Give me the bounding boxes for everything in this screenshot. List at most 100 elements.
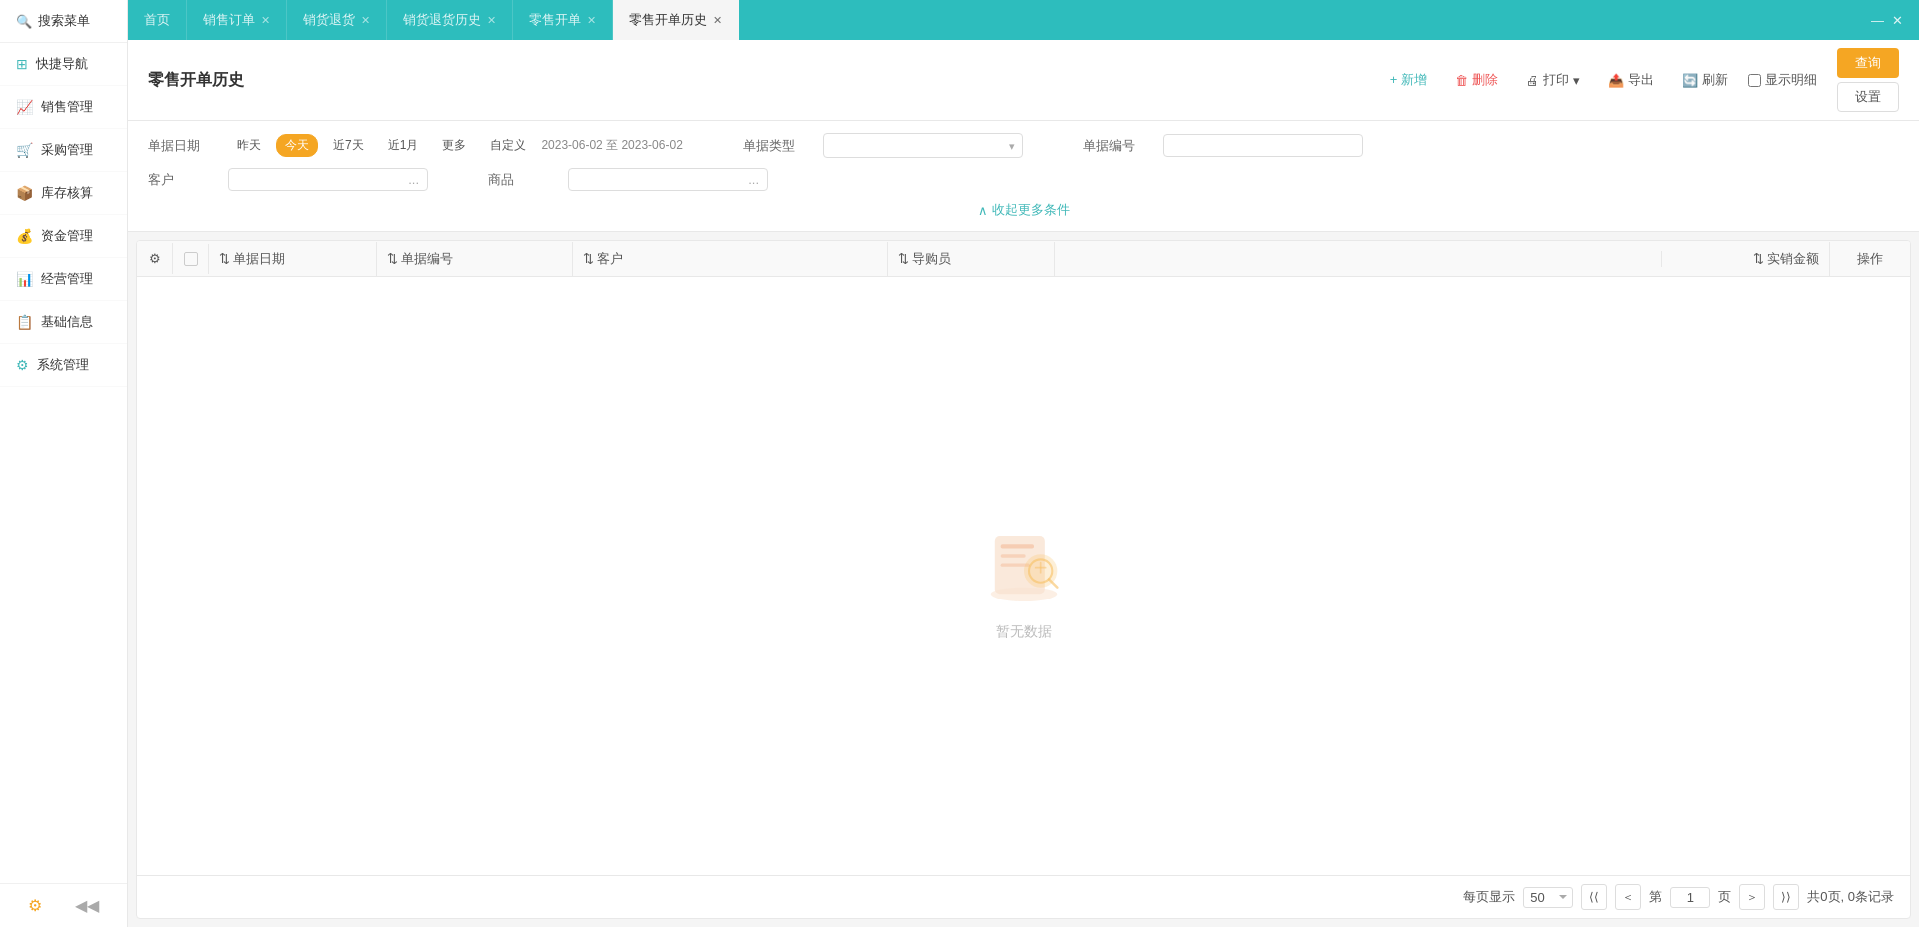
sidebar-item-sys-mgmt[interactable]: ⚙ 系统管理 (0, 344, 127, 387)
date-yesterday-btn[interactable]: 昨天 (228, 134, 270, 157)
close-tab-sales-return-history[interactable]: ✕ (487, 14, 496, 27)
query-button[interactable]: 查询 (1837, 48, 1899, 78)
sidebar-item-sales-mgmt[interactable]: 📈 销售管理 (0, 86, 127, 129)
page-title: 零售开单历史 (148, 70, 244, 91)
sort-asc-icon[interactable]: ⇅ (219, 251, 230, 266)
refresh-button[interactable]: 🔄 刷新 (1674, 67, 1736, 93)
window-close-icon[interactable]: ✕ (1892, 13, 1903, 28)
doc-type-select[interactable] (823, 133, 1023, 158)
close-tab-sales-order[interactable]: ✕ (261, 14, 270, 27)
gear-settings-icon[interactable]: ⚙ (149, 251, 161, 266)
page-size-select[interactable]: 50 20 100 (1523, 887, 1573, 908)
th-date-label: 单据日期 (233, 250, 285, 268)
goods-dots-icon[interactable]: ... (748, 172, 759, 187)
th-checkbox[interactable] (173, 244, 209, 274)
sidebar-item-label: 基础信息 (41, 313, 93, 331)
page-size-label: 每页显示 (1463, 888, 1515, 906)
empty-illustration (974, 511, 1074, 611)
date-more-btn[interactable]: 更多 (433, 134, 475, 157)
settings-button[interactable]: 设置 (1837, 82, 1899, 112)
date-custom-btn[interactable]: 自定义 (481, 134, 535, 157)
close-tab-retail-history[interactable]: ✕ (713, 14, 722, 27)
collapse-sidebar-icon[interactable]: ◀◀ (75, 896, 99, 915)
sidebar-item-inventory[interactable]: 📦 库存核算 (0, 172, 127, 215)
purchase-mgmt-icon: 🛒 (16, 142, 33, 158)
svg-rect-3 (1000, 554, 1025, 557)
current-page-input[interactable]: 1 (1670, 887, 1710, 908)
prev-page-btn[interactable]: ＜ (1615, 884, 1641, 910)
filter-area: 单据日期 昨天 今天 近7天 近1月 更多 自定义 2023-06-02 至 2… (128, 121, 1919, 232)
tab-retail-open-label: 零售开单 (529, 11, 581, 29)
tab-sales-return[interactable]: 销货退货 ✕ (287, 0, 387, 40)
export-button[interactable]: 📤 导出 (1600, 67, 1662, 93)
main-area: 首页 销售订单 ✕ 销货退货 ✕ 销货退货历史 ✕ 零售开单 ✕ 零售开单历史 … (128, 0, 1919, 927)
date-7days-btn[interactable]: 近7天 (324, 134, 373, 157)
th-action: 操作 (1830, 242, 1910, 276)
display-detail-toggle[interactable]: 显示明细 (1748, 71, 1817, 89)
doc-type-label: 单据类型 (743, 137, 803, 155)
basic-info-icon: 📋 (16, 314, 33, 330)
sort-guide-icon[interactable]: ⇅ (898, 251, 909, 266)
select-all-checkbox[interactable] (184, 252, 198, 266)
sidebar-item-label: 库存核算 (41, 184, 93, 202)
tab-retail-open[interactable]: 零售开单 ✕ (513, 0, 613, 40)
filter-row-2: 客户 ... 商品 ... (148, 168, 1899, 191)
sys-mgmt-icon: ⚙ (16, 357, 29, 373)
sidebar-item-quick-nav[interactable]: ⊞ 快捷导航 (0, 43, 127, 86)
refresh-label: 刷新 (1702, 71, 1728, 89)
export-icon: 📤 (1608, 73, 1624, 88)
sort-num-icon[interactable]: ⇅ (387, 251, 398, 266)
tab-home[interactable]: 首页 (128, 0, 187, 40)
sidebar-item-label: 快捷导航 (36, 55, 88, 73)
sidebar-item-label: 系统管理 (37, 356, 89, 374)
sidebar-item-finance[interactable]: 💰 资金管理 (0, 215, 127, 258)
inventory-icon: 📦 (16, 185, 33, 201)
sort-amount-icon[interactable]: ⇅ (1753, 251, 1764, 266)
last-page-btn[interactable]: ⟩⟩ (1773, 884, 1799, 910)
first-page-btn[interactable]: ⟨⟨ (1581, 884, 1607, 910)
settings-icon[interactable]: ⚙ (28, 896, 42, 915)
customer-input[interactable] (237, 172, 408, 187)
th-guide: ⇅ 导购员 (888, 242, 1056, 276)
print-dropdown-icon: ▾ (1573, 73, 1580, 88)
window-minimize-icon[interactable]: — (1871, 13, 1884, 28)
sidebar-item-operation[interactable]: 📊 经营管理 (0, 258, 127, 301)
tab-bar: 首页 销售订单 ✕ 销货退货 ✕ 销货退货历史 ✕ 零售开单 ✕ 零售开单历史 … (128, 0, 1919, 40)
doc-num-input[interactable] (1172, 138, 1354, 153)
goods-input[interactable] (577, 172, 748, 187)
print-icon: 🖨 (1526, 73, 1539, 88)
display-detail-checkbox[interactable] (1748, 74, 1761, 87)
collapse-filter-label: 收起更多条件 (992, 201, 1070, 219)
tab-sales-return-history[interactable]: 销货退货历史 ✕ (387, 0, 513, 40)
th-amount-label: 实销金额 (1767, 250, 1819, 268)
tab-bar-right: — ✕ (1871, 13, 1919, 28)
close-tab-retail-open[interactable]: ✕ (587, 14, 596, 27)
print-button[interactable]: 🖨 打印 ▾ (1518, 67, 1588, 93)
th-num-label: 单据编号 (401, 250, 453, 268)
date-filter-buttons: 昨天 今天 近7天 近1月 更多 自定义 2023-06-02 至 2023-0… (228, 134, 683, 157)
tab-sales-return-history-label: 销货退货历史 (403, 11, 481, 29)
next-page-btn[interactable]: ＞ (1739, 884, 1765, 910)
page-goto-label: 第 (1649, 888, 1662, 906)
pagination: 每页显示 50 20 100 ⟨⟨ ＜ 第 1 页 ＞ ⟩⟩ 共0页, 0条记录 (137, 875, 1910, 918)
add-label: + 新增 (1390, 71, 1427, 89)
th-gear[interactable]: ⚙ (137, 243, 173, 274)
delete-button[interactable]: 🗑 删除 (1447, 67, 1506, 93)
tab-sales-order[interactable]: 销售订单 ✕ (187, 0, 287, 40)
collapse-filter-row[interactable]: ∧ 收起更多条件 (148, 201, 1899, 219)
search-icon: 🔍 (16, 14, 32, 29)
date-today-btn[interactable]: 今天 (276, 134, 318, 157)
sidebar-search-label: 搜索菜单 (38, 12, 90, 30)
sidebar-search[interactable]: 🔍 搜索菜单 (0, 0, 127, 43)
sort-customer-icon[interactable]: ⇅ (583, 251, 594, 266)
sidebar-item-basic-info[interactable]: 📋 基础信息 (0, 301, 127, 344)
th-guide-label: 导购员 (912, 250, 951, 268)
customer-dots-icon[interactable]: ... (408, 172, 419, 187)
add-button[interactable]: + 新增 (1382, 67, 1435, 93)
goods-input-wrap: ... (568, 168, 768, 191)
toolbar: + 新增 🗑 删除 🖨 打印 ▾ 📤 导出 🔄 刷新 (1382, 48, 1899, 112)
tab-retail-history[interactable]: 零售开单历史 ✕ (613, 0, 739, 40)
sidebar-item-purchase-mgmt[interactable]: 🛒 采购管理 (0, 129, 127, 172)
close-tab-sales-return[interactable]: ✕ (361, 14, 370, 27)
date-1month-btn[interactable]: 近1月 (379, 134, 428, 157)
